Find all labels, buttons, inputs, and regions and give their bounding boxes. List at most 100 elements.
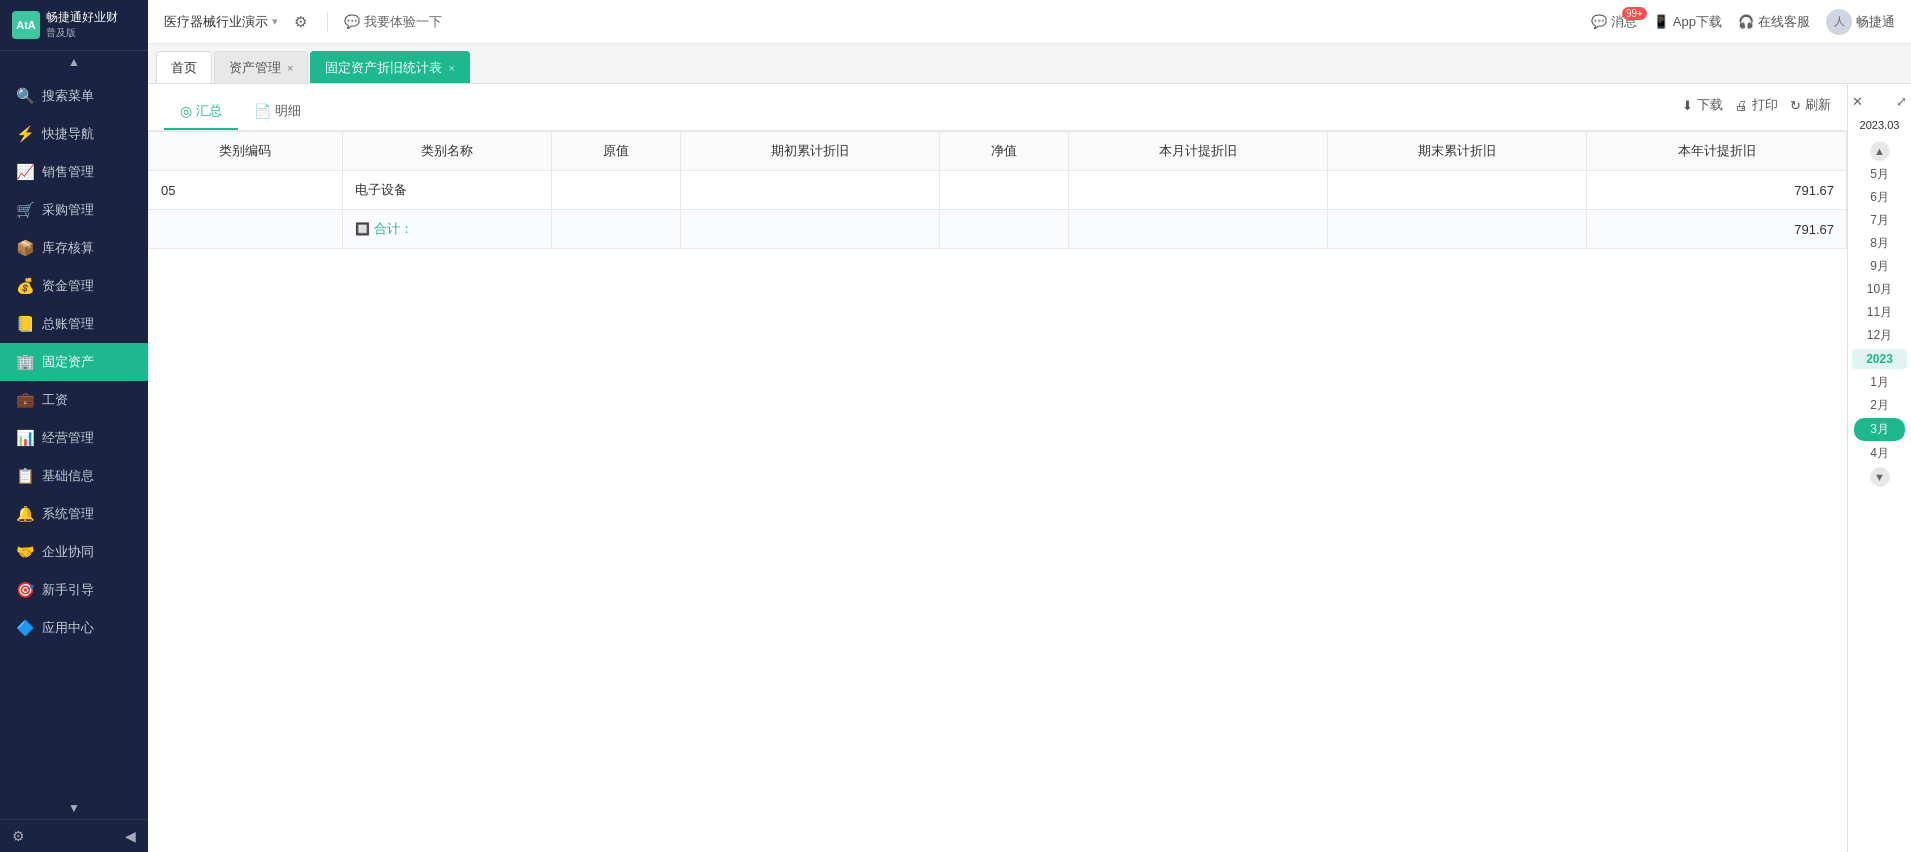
sidebar: AtA 畅捷通好业财 普及版 ▲ 🔍搜索菜单⚡快捷导航📈销售管理🛒采购管理📦库存… xyxy=(0,0,148,852)
messages-action[interactable]: 💬 消息 99+ xyxy=(1591,13,1637,31)
sidebar-item-search[interactable]: 🔍搜索菜单 xyxy=(0,77,148,115)
refresh-button[interactable]: ↻ 刷新 xyxy=(1790,96,1831,114)
nav-icon-finance: 💰 xyxy=(16,277,34,295)
subtab-detail[interactable]: 📄 明细 xyxy=(238,94,317,130)
online-service-action[interactable]: 🎧 在线客服 xyxy=(1738,13,1810,31)
sidebar-item-inventory[interactable]: 📦库存核算 xyxy=(0,229,148,267)
total-label: 🔲 合计： xyxy=(342,210,551,249)
nav-icon-app-center: 🔷 xyxy=(16,619,34,637)
nav-label-operations: 经营管理 xyxy=(42,429,94,447)
nav-icon-purchase: 🛒 xyxy=(16,201,34,219)
online-service-icon: 🎧 xyxy=(1738,14,1754,29)
panel-2023-month-2[interactable]: 2月 xyxy=(1848,394,1911,417)
sidebar-item-basic-info[interactable]: 📋 基础信息 xyxy=(0,457,148,495)
panel-2023-month-4[interactable]: 4月 xyxy=(1848,442,1911,465)
total-row: 🔲 合计： 791.67 xyxy=(149,210,1847,249)
panel-expand-icon[interactable]: ⤢ xyxy=(1896,94,1907,109)
download-icon: ⬇ xyxy=(1682,98,1693,113)
sidebar-item-guide[interactable]: 🎯新手引导 xyxy=(0,571,148,609)
total-text: 合计： xyxy=(374,220,413,238)
download-label: 下载 xyxy=(1697,96,1723,114)
total-monthly xyxy=(1068,210,1327,249)
nav-label-purchase: 采购管理 xyxy=(42,201,94,219)
col-header-period-end: 期末累计折旧 xyxy=(1327,132,1586,171)
row-net xyxy=(940,171,1068,210)
panel-2023-month-1[interactable]: 1月 xyxy=(1848,371,1911,394)
tab-fixed-asset-report-label: 固定资产折旧统计表 xyxy=(325,59,442,77)
total-initial-accum xyxy=(680,210,939,249)
app-download-label: App下载 xyxy=(1673,13,1722,31)
experience-button[interactable]: 💬 我要体验一下 xyxy=(344,13,442,31)
company-selector[interactable]: 医疗器械行业演示 ▾ xyxy=(164,13,278,31)
panel-month-10[interactable]: 10月 xyxy=(1848,278,1911,301)
topbar-settings-icon[interactable]: ⚙ xyxy=(290,9,311,35)
panel-header: 2023.03 xyxy=(1860,115,1900,135)
sidebar-item-collaboration[interactable]: 🤝企业协同 xyxy=(0,533,148,571)
nav-label-inventory: 库存核算 xyxy=(42,239,94,257)
sidebar-scroll-up[interactable]: ▲ xyxy=(0,51,148,73)
subtab-summary[interactable]: ◎ 汇总 xyxy=(164,94,238,130)
nav-icon-basic-info: 📋 xyxy=(16,467,34,485)
right-panel: ✕ ⤢ 2023.03 ▲ 5月 6月 7月 8月 9月 10月 11月 12月… xyxy=(1847,84,1911,852)
sidebar-item-ledger[interactable]: 📒总账管理 xyxy=(0,305,148,343)
nav-label-basic-info: 基础信息 xyxy=(42,467,94,485)
sidebar-item-quick-nav[interactable]: ⚡快捷导航 xyxy=(0,115,148,153)
panel-scroll-down[interactable]: ▼ xyxy=(1870,467,1890,487)
content-area: ◎ 汇总 📄 明细 ⬇ 下载 🖨 打印 xyxy=(148,84,1847,852)
panel-month-7[interactable]: 7月 xyxy=(1848,209,1911,232)
avatar: 人 xyxy=(1826,9,1852,35)
experience-label: 我要体验一下 xyxy=(364,13,442,31)
user-area[interactable]: 人 畅捷通 xyxy=(1826,9,1895,35)
nav-icon-collaboration: 🤝 xyxy=(16,543,34,561)
sidebar-item-app-center[interactable]: 🔷应用中心 xyxy=(0,609,148,647)
collapse-icon[interactable]: ◀ xyxy=(125,828,136,844)
main-area: 医疗器械行业演示 ▾ ⚙ 💬 我要体验一下 💬 消息 99+ 📱 App下载 🎧… xyxy=(148,0,1911,852)
nav-label-ledger: 总账管理 xyxy=(42,315,94,333)
total-icon: 🔲 xyxy=(355,222,370,236)
tab-asset-mgmt[interactable]: 资产管理 × xyxy=(214,51,308,83)
sidebar-scroll-down[interactable]: ▼ xyxy=(0,797,148,819)
panel-month-12[interactable]: 12月 xyxy=(1848,324,1911,347)
tab-home-label: 首页 xyxy=(171,59,197,77)
nav-label-finance: 资金管理 xyxy=(42,277,94,295)
nav-icon-operations: 📊 xyxy=(16,429,34,447)
sidebar-item-finance[interactable]: 💰 资金管理 xyxy=(0,267,148,305)
row-initial-accum xyxy=(680,171,939,210)
panel-month-9[interactable]: 9月 xyxy=(1848,255,1911,278)
nav-label-search: 搜索菜单 xyxy=(42,87,94,105)
tab-home[interactable]: 首页 xyxy=(156,51,212,83)
sidebar-item-operations[interactable]: 📊 经营管理 xyxy=(0,419,148,457)
tab-asset-mgmt-close[interactable]: × xyxy=(287,62,293,74)
tab-fixed-asset-report-close[interactable]: × xyxy=(448,62,454,74)
sidebar-item-system[interactable]: 🔔系统管理 xyxy=(0,495,148,533)
panel-close-icon[interactable]: ✕ xyxy=(1852,94,1863,109)
panel-month-11[interactable]: 11月 xyxy=(1848,301,1911,324)
col-header-original: 原值 xyxy=(552,132,680,171)
app-download-action[interactable]: 📱 App下载 xyxy=(1653,13,1722,31)
panel-month-8[interactable]: 8月 xyxy=(1848,232,1911,255)
nav-icon-payroll: 💼 xyxy=(16,391,34,409)
print-button[interactable]: 🖨 打印 xyxy=(1735,96,1778,114)
sidebar-item-fixed-assets[interactable]: 🏢固定资产 xyxy=(0,343,148,381)
sidebar-item-sales[interactable]: 📈销售管理 xyxy=(0,153,148,191)
panel-2023-month-3[interactable]: 3月 xyxy=(1854,418,1905,441)
col-header-code: 类别编码 xyxy=(149,132,343,171)
download-button[interactable]: ⬇ 下载 xyxy=(1682,96,1723,114)
sidebar-item-payroll[interactable]: 💼工资 xyxy=(0,381,148,419)
app-download-icon: 📱 xyxy=(1653,14,1669,29)
logo-icon: AtA xyxy=(12,11,40,39)
total-original xyxy=(552,210,680,249)
messages-icon: 💬 xyxy=(1591,14,1607,29)
settings-icon[interactable]: ⚙ xyxy=(12,828,25,844)
messages-badge: 99+ xyxy=(1622,7,1647,20)
total-net xyxy=(940,210,1068,249)
panel-year-2023[interactable]: 2023 xyxy=(1852,349,1907,369)
sidebar-item-purchase[interactable]: 🛒 采购管理 xyxy=(0,191,148,229)
panel-month-6[interactable]: 6月 xyxy=(1848,186,1911,209)
tab-asset-mgmt-label: 资产管理 xyxy=(229,59,281,77)
panel-scroll-up[interactable]: ▲ xyxy=(1870,141,1890,161)
print-icon: 🖨 xyxy=(1735,98,1748,113)
panel-month-5[interactable]: 5月 xyxy=(1848,163,1911,186)
tab-fixed-asset-report[interactable]: 固定资产折旧统计表 × xyxy=(310,51,469,83)
online-service-label: 在线客服 xyxy=(1758,13,1810,31)
